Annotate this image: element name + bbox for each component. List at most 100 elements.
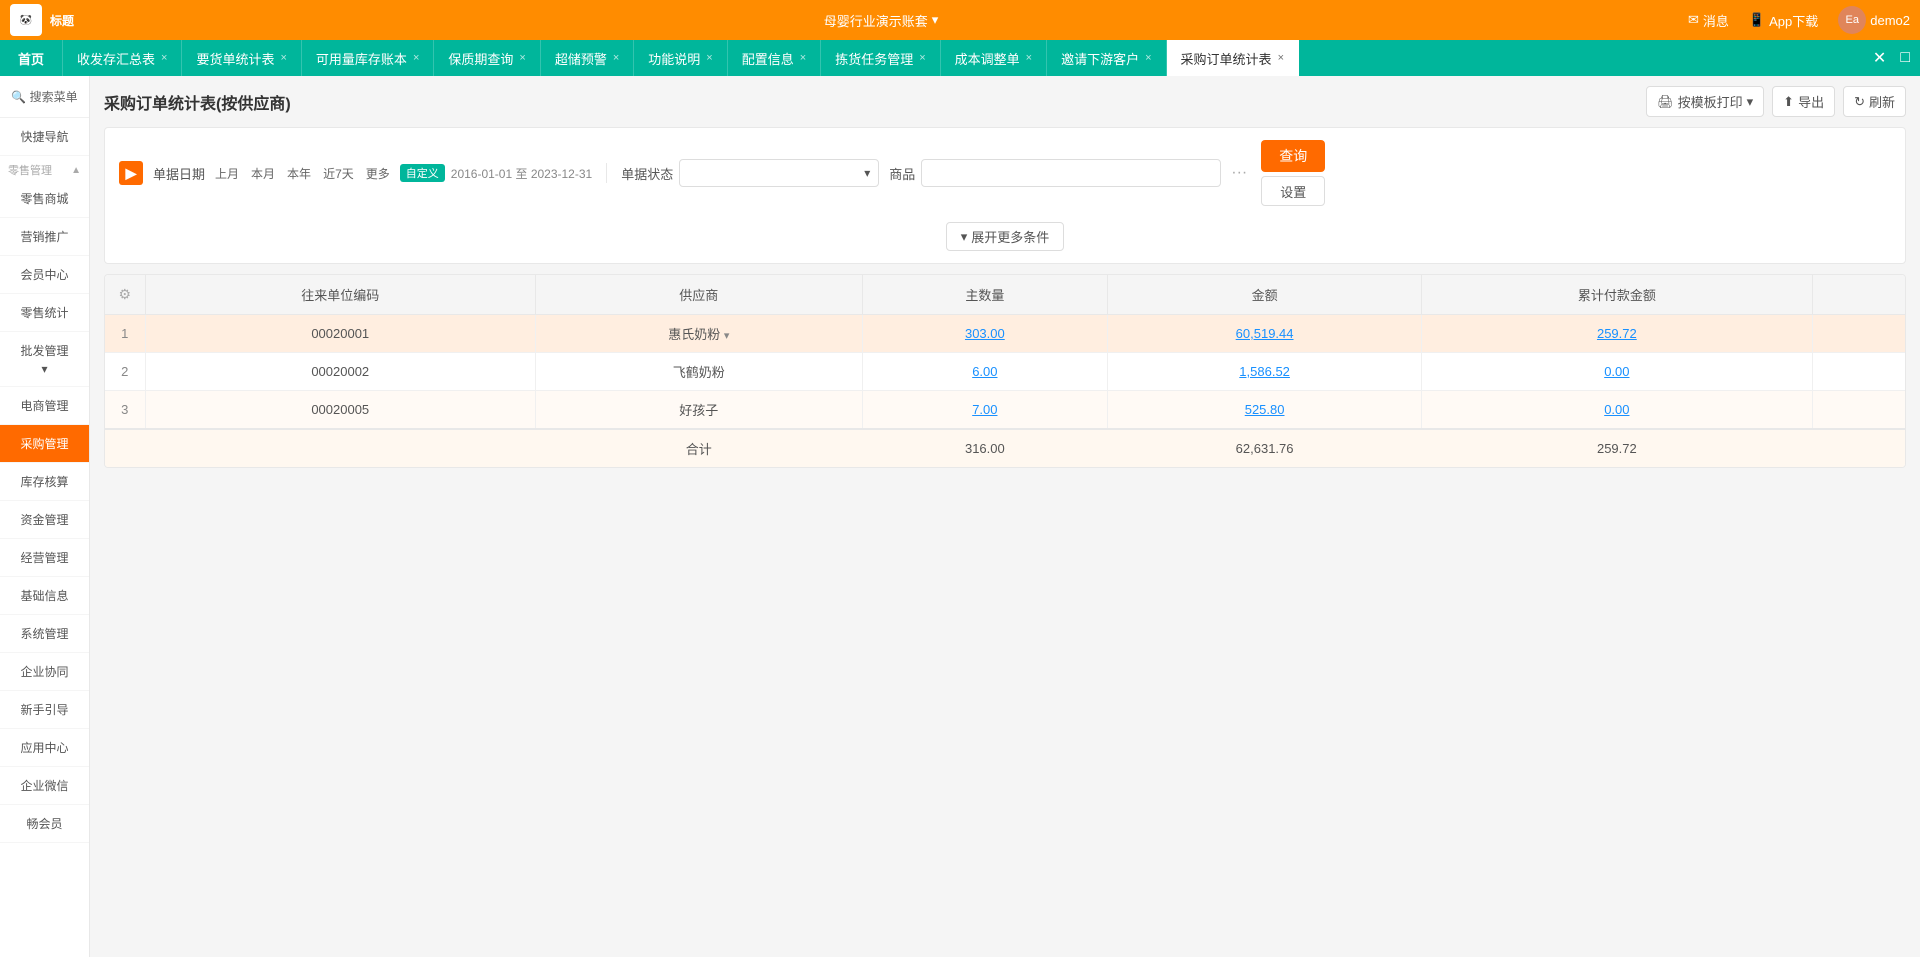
date-filter-label: 单据日期 — [153, 164, 205, 183]
sidebar-item-purchase[interactable]: 采购管理 — [0, 425, 89, 463]
top-right-actions: ✉ 消息 📱 App下载 Ea demo2 — [1688, 6, 1910, 34]
sidebar-item-inventory[interactable]: 库存核算 — [0, 463, 89, 501]
sidebar-item-ecommerce[interactable]: 电商管理 — [0, 387, 89, 425]
close-icon[interactable]: × — [1145, 52, 1151, 64]
page-header: 采购订单统计表(按供应商) 🖨 按模板打印 ▾ ⬆ 导出 ↻ 刷新 — [104, 86, 1906, 117]
message-icon: ✉ — [1688, 12, 1699, 28]
sidebar-item-wechat[interactable]: 企业微信 — [0, 767, 89, 805]
export-button[interactable]: ⬆ 导出 — [1772, 86, 1835, 117]
account-dropdown[interactable]: 母婴行业演示账套 ▾ — [824, 11, 939, 30]
chevron-down-icon: ▾ — [864, 166, 870, 180]
query-button[interactable]: 查询 — [1261, 140, 1325, 172]
expand-arrow-icon: ▾ — [724, 330, 730, 342]
close-icon[interactable]: × — [706, 52, 712, 64]
tab-keyongliang[interactable]: 可用量库存账本 × — [302, 40, 434, 76]
tab-chengben[interactable]: 成本调整单 × — [941, 40, 1047, 76]
close-icon[interactable]: × — [613, 52, 619, 64]
table-row[interactable]: 2 00020002 飞鹤奶粉 6.00 1,586.52 0.00 — [105, 353, 1905, 391]
sidebar-item-app-center[interactable]: 应用中心 — [0, 729, 89, 767]
row-extra — [1812, 391, 1905, 430]
sidebar-search-area: 🔍 搜索菜单 — [0, 76, 89, 118]
sidebar-item-wholesale[interactable]: 批发管理 ▾ — [0, 332, 89, 387]
tab-yaohuo[interactable]: 要货单统计表 × — [182, 40, 301, 76]
tab-shoufacun[interactable]: 收发存汇总表 × — [63, 40, 182, 76]
close-icon[interactable]: × — [1278, 52, 1284, 64]
settings-button[interactable]: 设置 — [1261, 176, 1325, 206]
close-icon[interactable]: × — [800, 52, 806, 64]
sidebar-item-retail-mall[interactable]: 零售商城 — [0, 180, 89, 218]
maximize-button[interactable]: □ — [1894, 45, 1916, 71]
close-all-tabs-button[interactable]: ✕ — [1867, 44, 1892, 72]
close-icon[interactable]: × — [919, 52, 925, 64]
sidebar-section-retail: 零售管理 ▲ — [0, 156, 89, 180]
sidebar-item-enterprise[interactable]: 企业协同 — [0, 653, 89, 691]
tab-jianhuo[interactable]: 拣货任务管理 × — [821, 40, 940, 76]
table-row[interactable]: 1 00020001 惠氏奶粉 ▾ 303.00 60,519.44 259.7… — [105, 315, 1905, 353]
sidebar-item-management[interactable]: 经营管理 — [0, 539, 89, 577]
sidebar-item-member[interactable]: 会员中心 — [0, 256, 89, 294]
sidebar-item-basic-info[interactable]: 基础信息 — [0, 577, 89, 615]
filter-panel: ▶ 单据日期 上月 本月 本年 近7天 更多 自定义 2016-01-01 至 … — [104, 127, 1906, 264]
sidebar-item-system[interactable]: 系统管理 — [0, 615, 89, 653]
tab-gongneng[interactable]: 功能说明 × — [634, 40, 727, 76]
sidebar-item-finance[interactable]: 资金管理 — [0, 501, 89, 539]
section-arrow-icon: ▲ — [71, 165, 81, 176]
table-row[interactable]: 3 00020005 好孩子 7.00 525.80 0.00 — [105, 391, 1905, 430]
close-icon[interactable]: × — [280, 52, 286, 64]
filter-separator — [606, 163, 607, 183]
tab-yaoqing[interactable]: 邀请下游客户 × — [1047, 40, 1166, 76]
sidebar-item-member-pro[interactable]: 畅会员 — [0, 805, 89, 843]
sidebar-item-retail-stats[interactable]: 零售统计 — [0, 294, 89, 332]
expand-conditions-button[interactable]: ▾ 展开更多条件 — [946, 222, 1065, 251]
tab-baozhi[interactable]: 保质期查询 × — [434, 40, 540, 76]
goods-input[interactable] — [921, 159, 1221, 187]
tab-home[interactable]: 首页 — [0, 40, 63, 76]
date-preset-7days[interactable]: 近7天 — [319, 164, 358, 183]
more-options-icon[interactable]: ··· — [1227, 163, 1251, 183]
row-qty: 303.00 — [862, 315, 1107, 353]
close-icon[interactable]: × — [413, 52, 419, 64]
supplier-column-header: 供应商 — [535, 275, 862, 315]
row-number: 3 — [105, 391, 145, 430]
filter-goods-block: 商品 ··· — [889, 159, 1251, 187]
dropdown-arrow-icon: ▾ — [41, 362, 47, 376]
custom-date-badge[interactable]: 自定义 — [400, 164, 445, 182]
paid-column-header: 累计付款金额 — [1422, 275, 1812, 315]
tab-peizhi[interactable]: 配置信息 × — [728, 40, 821, 76]
date-preset-more[interactable]: 更多 — [362, 164, 394, 183]
message-action[interactable]: ✉ 消息 — [1688, 11, 1729, 30]
column-settings-icon[interactable]: ⚙ — [118, 286, 131, 302]
row-supplier: 飞鹤奶粉 — [535, 353, 862, 391]
logo-text: 标题 — [50, 12, 74, 29]
date-preset-last-month[interactable]: 上月 — [211, 164, 243, 183]
row-code: 00020002 — [145, 353, 535, 391]
row-amount: 525.80 — [1108, 391, 1422, 430]
close-icon[interactable]: × — [519, 52, 525, 64]
close-icon[interactable]: × — [161, 52, 167, 64]
status-select[interactable]: ▾ — [679, 159, 879, 187]
tab-caigou-active[interactable]: 采购订单统计表 × — [1167, 40, 1299, 76]
close-icon[interactable]: × — [1026, 52, 1032, 64]
table-footer-row: 合计 316.00 62,631.76 259.72 — [105, 429, 1905, 467]
row-paid: 259.72 — [1422, 315, 1812, 353]
code-column-header: 往来单位编码 — [145, 275, 535, 315]
tab-chaochu[interactable]: 超储预警 × — [541, 40, 634, 76]
footer-empty — [105, 429, 145, 467]
search-menu-button[interactable]: 🔍 搜索菜单 — [6, 84, 83, 109]
date-preset-this-year[interactable]: 本年 — [283, 164, 315, 183]
row-extra — [1812, 353, 1905, 391]
filter-toggle-button[interactable]: ▶ — [119, 161, 143, 185]
user-profile[interactable]: Ea demo2 — [1838, 6, 1910, 34]
print-dropdown-icon: ▾ — [1747, 94, 1754, 110]
sidebar-item-marketing[interactable]: 营销推广 — [0, 218, 89, 256]
date-preset-this-month[interactable]: 本月 — [247, 164, 279, 183]
data-table-container: ⚙ 往来单位编码 供应商 主数量 金额 — [104, 274, 1906, 468]
footer-qty: 316.00 — [862, 429, 1107, 467]
sidebar-item-quick-nav[interactable]: 快捷导航 — [0, 118, 89, 156]
app-download-action[interactable]: 📱 App下载 — [1749, 11, 1818, 30]
nav-tabs: 首页 收发存汇总表 × 要货单统计表 × 可用量库存账本 × 保质期查询 × 超… — [0, 40, 1920, 76]
print-button[interactable]: 🖨 按模板打印 ▾ — [1646, 86, 1764, 117]
query-actions: 查询 设置 — [1261, 140, 1325, 206]
refresh-button[interactable]: ↻ 刷新 — [1843, 86, 1906, 117]
sidebar-item-newbie[interactable]: 新手引导 — [0, 691, 89, 729]
